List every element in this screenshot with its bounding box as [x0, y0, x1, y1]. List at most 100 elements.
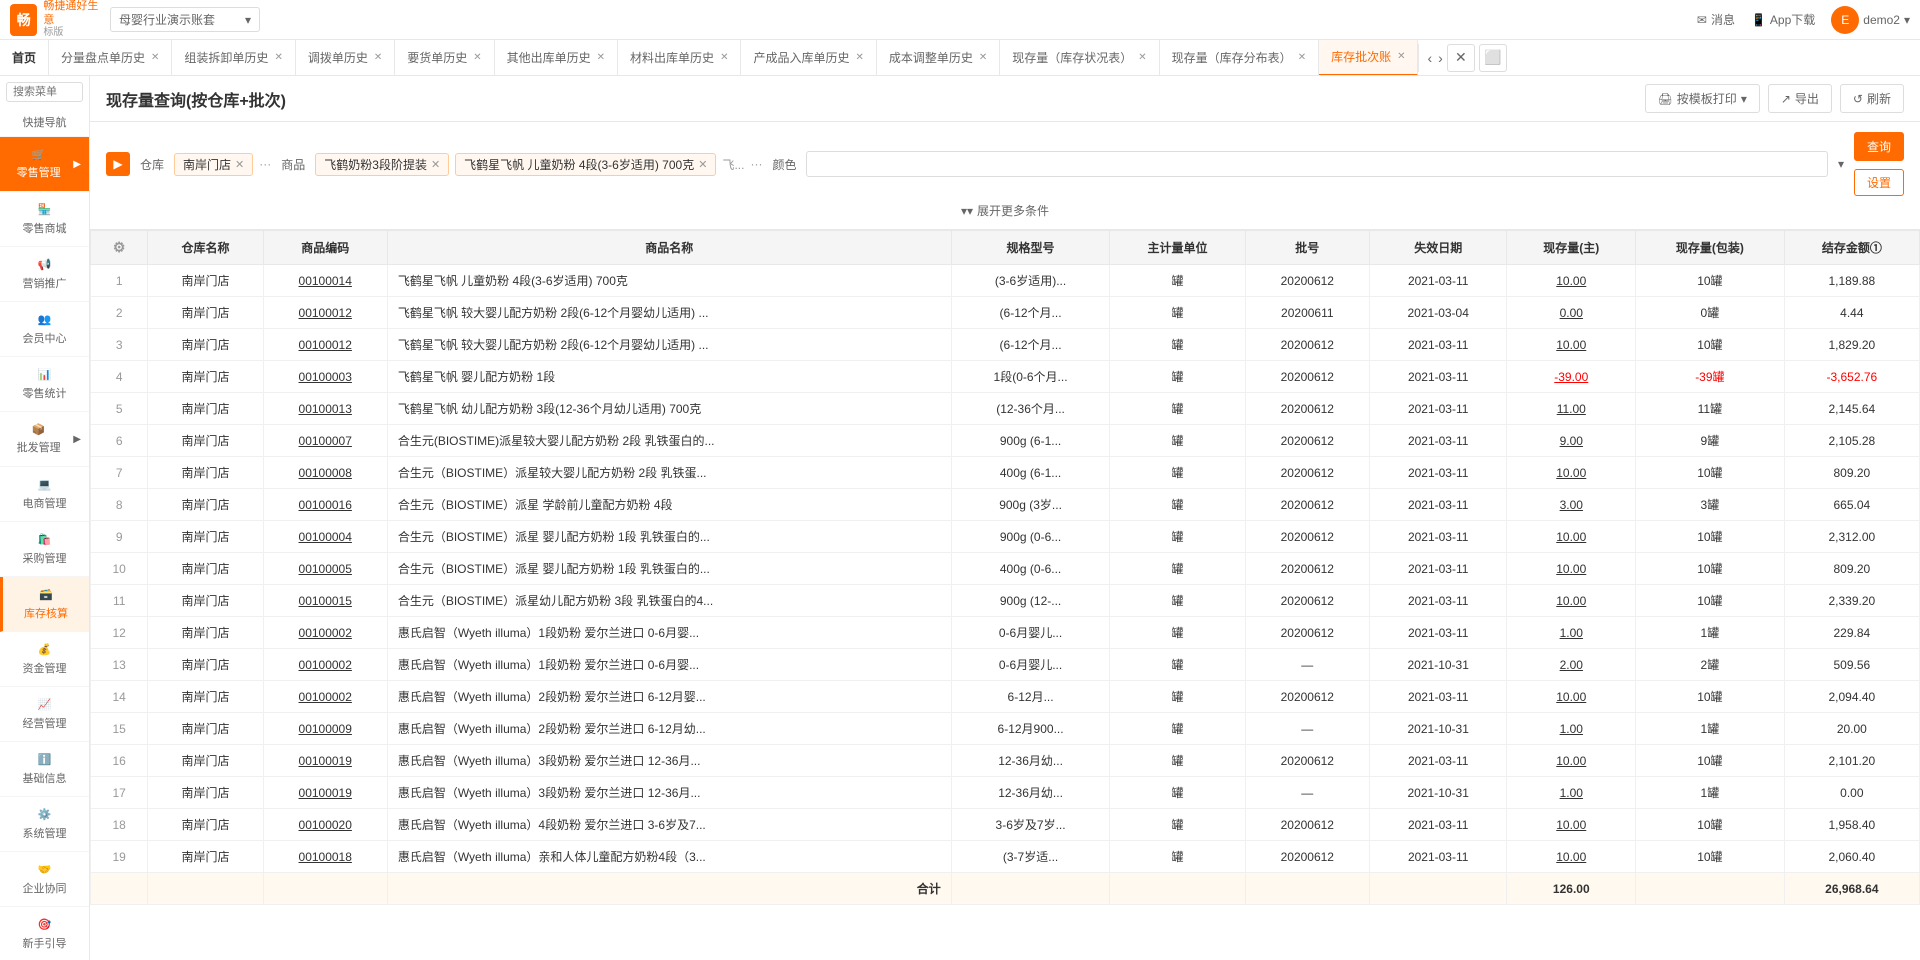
sidebar-item-retail-mgmt[interactable]: 🛒 零售管理 ▶: [0, 137, 89, 192]
close-tab-9[interactable]: ✕: [1138, 52, 1146, 63]
col-gear[interactable]: ⚙: [91, 231, 148, 265]
sidebar-item-collab[interactable]: 🤝 企业协同: [0, 852, 89, 907]
cell-qty-main[interactable]: 11.00: [1507, 393, 1636, 425]
messages-btn[interactable]: ✉ 消息: [1697, 11, 1735, 28]
cell-code[interactable]: 00100013: [263, 393, 387, 425]
cell-code[interactable]: 00100007: [263, 425, 387, 457]
cell-code[interactable]: 00100014: [263, 265, 387, 297]
cell-code[interactable]: 00100002: [263, 617, 387, 649]
sidebar-item-wholesale[interactable]: 📦 批发管理 ▶: [0, 412, 89, 467]
cell-code[interactable]: 00100002: [263, 649, 387, 681]
cell-qty-main[interactable]: 10.00: [1507, 745, 1636, 777]
close-tab-3[interactable]: ✕: [374, 52, 382, 63]
tab-5[interactable]: 其他出库单历史 ✕: [495, 40, 618, 76]
cell-code[interactable]: 00100012: [263, 329, 387, 361]
sidebar-item-retail-stats[interactable]: 📊 零售统计: [0, 357, 89, 412]
cell-qty-main[interactable]: 1.00: [1507, 617, 1636, 649]
sidebar-item-ecommerce[interactable]: 💻 电商管理: [0, 467, 89, 522]
sidebar-item-marketing[interactable]: 📢 营销推广: [0, 247, 89, 302]
close-tab-8[interactable]: ✕: [979, 52, 987, 63]
cell-qty-main[interactable]: 9.00: [1507, 425, 1636, 457]
cell-qty-main[interactable]: 2.00: [1507, 649, 1636, 681]
sidebar-item-purchase[interactable]: 🛍️ 采购管理: [0, 522, 89, 577]
settings-btn[interactable]: 设置: [1854, 169, 1904, 196]
gear-icon[interactable]: ⚙: [113, 239, 126, 255]
cell-qty-main[interactable]: 10.00: [1507, 329, 1636, 361]
user-menu[interactable]: E demo2 ▾: [1831, 6, 1910, 34]
cell-qty-main[interactable]: 10.00: [1507, 585, 1636, 617]
refresh-btn[interactable]: ↺ 刷新: [1840, 84, 1904, 113]
cell-qty-main[interactable]: 10.00: [1507, 553, 1636, 585]
cell-code[interactable]: 00100016: [263, 489, 387, 521]
product-tag-close-2[interactable]: ✕: [698, 158, 707, 171]
sidebar-item-retail-mall[interactable]: 🏪 零售商城: [0, 192, 89, 247]
tab-home[interactable]: 首页: [0, 40, 49, 76]
cell-qty-main[interactable]: 10.00: [1507, 457, 1636, 489]
search-input[interactable]: [6, 82, 83, 102]
sidebar-item-member[interactable]: 👥 会员中心: [0, 302, 89, 357]
cell-code[interactable]: 00100020: [263, 809, 387, 841]
cell-code[interactable]: 00100018: [263, 841, 387, 873]
cell-qty-main[interactable]: 10.00: [1507, 521, 1636, 553]
tab-9[interactable]: 现存量（库存状况表） ✕: [1000, 40, 1159, 76]
table-container[interactable]: ⚙ 仓库名称 商品编码 商品名称 规格型号 主计量单位 批号 失效日期 现存量(…: [90, 230, 1920, 960]
warehouse-more[interactable]: ···: [259, 157, 271, 171]
close-tab-5[interactable]: ✕: [597, 52, 605, 63]
cell-code[interactable]: 00100019: [263, 777, 387, 809]
cell-code[interactable]: 00100005: [263, 553, 387, 585]
cell-code[interactable]: 00100002: [263, 681, 387, 713]
cell-qty-main[interactable]: 10.00: [1507, 265, 1636, 297]
cell-code[interactable]: 00100012: [263, 297, 387, 329]
app-download-btn[interactable]: 📱 App下载: [1751, 11, 1815, 28]
cell-code[interactable]: 00100003: [263, 361, 387, 393]
cell-qty-main[interactable]: 1.00: [1507, 777, 1636, 809]
cell-qty-main[interactable]: 0.00: [1507, 297, 1636, 329]
sidebar-item-finance[interactable]: 💰 资金管理: [0, 632, 89, 687]
sidebar-item-business[interactable]: 📈 经营管理: [0, 687, 89, 742]
sidebar-item-system[interactable]: ⚙️ 系统管理: [0, 797, 89, 852]
tab-6[interactable]: 材料出库单历史 ✕: [618, 40, 741, 76]
cell-qty-main[interactable]: 10.00: [1507, 809, 1636, 841]
sidebar-item-base-info[interactable]: ℹ️ 基础信息: [0, 742, 89, 797]
close-tab-1[interactable]: ✕: [151, 52, 159, 63]
query-btn[interactable]: 查询: [1854, 132, 1904, 161]
industry-selector[interactable]: 母婴行业演示账套 ▾: [110, 7, 260, 32]
close-tab-6[interactable]: ✕: [720, 52, 728, 63]
nav-maximize-btn[interactable]: ⬜: [1479, 44, 1507, 72]
cell-qty-main[interactable]: 10.00: [1507, 841, 1636, 873]
close-tab-4[interactable]: ✕: [473, 52, 481, 63]
product-more-dots[interactable]: ···: [750, 157, 762, 171]
tab-8[interactable]: 成本调整单历史 ✕: [877, 40, 1000, 76]
cell-qty-main[interactable]: -39.00: [1507, 361, 1636, 393]
tab-11[interactable]: 库存批次账 ✕: [1319, 40, 1418, 76]
sidebar-item-inventory[interactable]: 🗃️ 库存核算: [0, 577, 89, 632]
nav-next-arrow[interactable]: ›: [1436, 48, 1445, 68]
close-tab-2[interactable]: ✕: [274, 52, 282, 63]
cell-code[interactable]: 00100019: [263, 745, 387, 777]
nav-prev-arrow[interactable]: ‹: [1425, 48, 1434, 68]
cell-qty-main[interactable]: 10.00: [1507, 681, 1636, 713]
sidebar-item-guide[interactable]: 🎯 新手引导: [0, 907, 89, 960]
warehouse-tag-close-1[interactable]: ✕: [235, 158, 244, 171]
tab-3[interactable]: 调拨单历史 ✕: [296, 40, 395, 76]
tab-4[interactable]: 要货单历史 ✕: [395, 40, 494, 76]
cell-code[interactable]: 00100004: [263, 521, 387, 553]
cell-qty-main[interactable]: 1.00: [1507, 713, 1636, 745]
cell-code[interactable]: 00100015: [263, 585, 387, 617]
tab-1[interactable]: 分量盘点单历史 ✕: [49, 40, 172, 76]
close-tab-7[interactable]: ✕: [855, 52, 863, 63]
close-tab-10[interactable]: ✕: [1298, 52, 1306, 63]
tab-2[interactable]: 组装拆卸单历史 ✕: [172, 40, 295, 76]
expand-conditions-btn[interactable]: ▾▾ 展开更多条件: [961, 202, 1049, 219]
product-more[interactable]: 飞...: [722, 156, 744, 173]
nav-close-all-btn[interactable]: ✕: [1447, 44, 1475, 72]
export-btn[interactable]: ↗ 导出: [1768, 84, 1832, 113]
cell-code[interactable]: 00100009: [263, 713, 387, 745]
tab-10[interactable]: 现存量（库存分布表） ✕: [1160, 40, 1319, 76]
color-dropdown-arrow[interactable]: ▾: [1838, 157, 1844, 171]
sidebar-item-quick-nav[interactable]: 快捷导航: [0, 108, 89, 137]
cell-code[interactable]: 00100008: [263, 457, 387, 489]
close-tab-11[interactable]: ✕: [1397, 51, 1405, 62]
color-filter-input[interactable]: [806, 151, 1827, 177]
tab-7[interactable]: 产成品入库单历史 ✕: [741, 40, 876, 76]
